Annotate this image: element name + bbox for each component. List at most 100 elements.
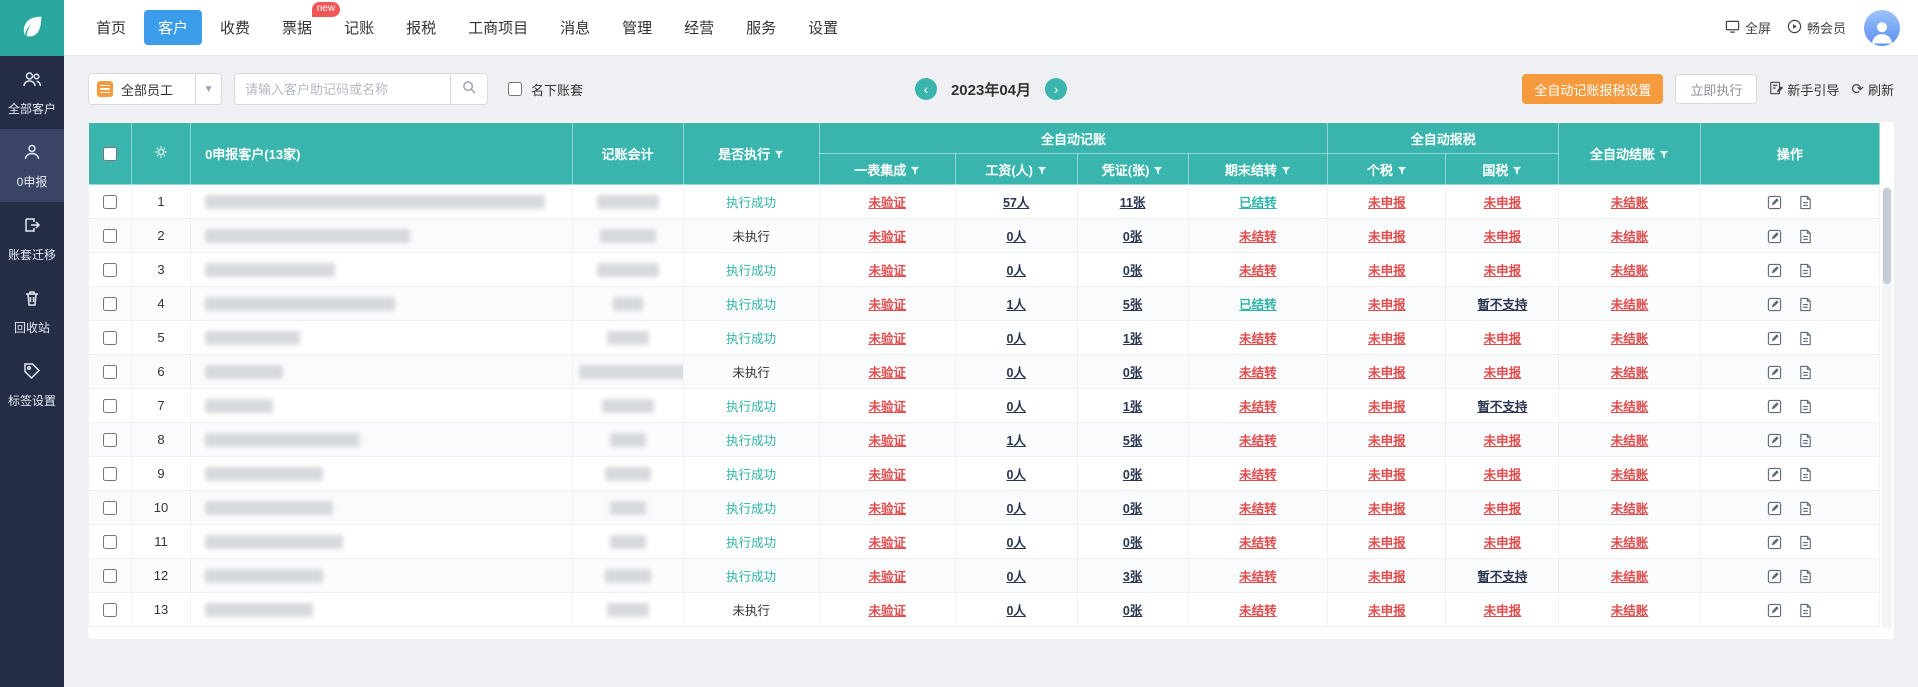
integration-link[interactable]: 未验证	[868, 570, 906, 584]
personal-tax-link[interactable]: 未申报	[1368, 332, 1406, 346]
voucher-link[interactable]: 0张	[1123, 536, 1142, 550]
voucher-link[interactable]: 1张	[1123, 400, 1142, 414]
integration-link[interactable]: 未验证	[868, 332, 906, 346]
client-cell[interactable]	[190, 252, 573, 287]
national-tax-link[interactable]: 未申报	[1484, 264, 1522, 278]
edit-button[interactable]	[1767, 501, 1782, 516]
closing-link[interactable]: 未结账	[1611, 230, 1649, 244]
personal-tax-link[interactable]: 未申报	[1368, 264, 1406, 278]
carryover-link[interactable]: 未结转	[1239, 604, 1277, 618]
carryover-link[interactable]: 已结转	[1239, 298, 1277, 312]
voucher-link[interactable]: 0张	[1123, 366, 1142, 380]
search-button[interactable]	[450, 73, 489, 105]
report-button[interactable]	[1798, 331, 1813, 346]
sidebar-item-migrate[interactable]: 账套迁移	[0, 202, 64, 275]
national-tax-link[interactable]: 未申报	[1484, 332, 1522, 346]
carryover-link[interactable]: 未结转	[1239, 400, 1277, 414]
report-button[interactable]	[1798, 195, 1813, 210]
client-cell[interactable]	[190, 422, 573, 457]
edit-button[interactable]	[1767, 535, 1782, 550]
personal-tax-link[interactable]: 未申报	[1368, 298, 1406, 312]
row-checkbox[interactable]	[103, 466, 118, 481]
client-cell[interactable]	[190, 558, 573, 593]
own-accounts-checkbox[interactable]	[508, 82, 523, 96]
client-cell[interactable]	[190, 354, 573, 389]
edit-button[interactable]	[1767, 433, 1782, 448]
report-button[interactable]	[1798, 467, 1813, 482]
client-cell[interactable]	[190, 592, 573, 627]
salary-link[interactable]: 57人	[1003, 196, 1029, 210]
next-month-button[interactable]: ›	[1045, 78, 1068, 100]
edit-button[interactable]	[1767, 263, 1782, 278]
edit-button[interactable]	[1767, 365, 1782, 380]
salary-link[interactable]: 0人	[1006, 468, 1025, 482]
salary-link[interactable]: 1人	[1006, 298, 1025, 312]
client-cell[interactable]	[190, 456, 573, 491]
carryover-link[interactable]: 未结转	[1239, 570, 1277, 584]
salary-link[interactable]: 0人	[1006, 366, 1025, 380]
client-cell[interactable]	[190, 388, 573, 423]
national-tax-link[interactable]: 未申报	[1484, 604, 1522, 618]
row-checkbox[interactable]	[103, 432, 118, 447]
national-tax-link[interactable]: 未申报	[1484, 196, 1522, 210]
scrollbar-thumb[interactable]	[1883, 188, 1891, 284]
national-tax-link[interactable]: 暂不支持	[1477, 570, 1527, 584]
select-all-checkbox[interactable]	[103, 146, 118, 161]
voucher-link[interactable]: 0张	[1123, 468, 1142, 482]
row-checkbox[interactable]	[103, 330, 118, 345]
carryover-link[interactable]: 未结转	[1239, 434, 1277, 448]
salary-link[interactable]: 0人	[1006, 502, 1025, 516]
nav-item-business-projects[interactable]: 工商项目	[454, 10, 542, 45]
personal-tax-column-header[interactable]: 个税	[1327, 153, 1447, 185]
salary-link[interactable]: 0人	[1006, 536, 1025, 550]
integration-link[interactable]: 未验证	[868, 502, 906, 516]
nav-item-management[interactable]: 管理	[608, 10, 666, 45]
nav-item-services[interactable]: 服务	[732, 10, 790, 45]
carryover-column-header[interactable]: 期末结转	[1187, 153, 1329, 185]
personal-tax-link[interactable]: 未申报	[1368, 570, 1406, 584]
national-tax-link[interactable]: 未申报	[1484, 536, 1522, 550]
national-tax-link[interactable]: 暂不支持	[1477, 400, 1527, 414]
row-checkbox[interactable]	[103, 262, 118, 277]
closing-link[interactable]: 未结账	[1611, 502, 1649, 516]
national-tax-link[interactable]: 未申报	[1484, 468, 1522, 482]
report-button[interactable]	[1798, 399, 1813, 414]
salary-link[interactable]: 0人	[1006, 604, 1025, 618]
refresh-button[interactable]: ⟳ 刷新	[1851, 80, 1894, 99]
personal-tax-link[interactable]: 未申报	[1368, 400, 1406, 414]
nav-item-fees[interactable]: 收费	[206, 10, 264, 45]
row-checkbox[interactable]	[103, 568, 118, 583]
integration-link[interactable]: 未验证	[868, 298, 906, 312]
national-tax-link[interactable]: 未申报	[1484, 230, 1522, 244]
integration-link[interactable]: 未验证	[868, 196, 906, 210]
integration-link[interactable]: 未验证	[868, 230, 906, 244]
client-cell[interactable]	[190, 490, 573, 525]
voucher-link[interactable]: 0张	[1123, 230, 1142, 244]
integration-link[interactable]: 未验证	[868, 468, 906, 482]
nav-item-home[interactable]: 首页	[82, 10, 140, 45]
row-checkbox[interactable]	[103, 534, 118, 549]
report-button[interactable]	[1798, 263, 1813, 278]
voucher-link[interactable]: 1张	[1123, 332, 1142, 346]
row-checkbox[interactable]	[103, 602, 118, 617]
report-button[interactable]	[1798, 365, 1813, 380]
integration-link[interactable]: 未验证	[868, 400, 906, 414]
carryover-link[interactable]: 未结转	[1239, 332, 1277, 346]
integration-link[interactable]: 未验证	[868, 604, 906, 618]
closing-link[interactable]: 未结账	[1611, 468, 1649, 482]
closing-link[interactable]: 未结账	[1611, 264, 1649, 278]
voucher-link[interactable]: 5张	[1123, 434, 1142, 448]
carryover-link[interactable]: 未结转	[1239, 502, 1277, 516]
edit-button[interactable]	[1767, 331, 1782, 346]
carryover-link[interactable]: 未结转	[1239, 264, 1277, 278]
user-avatar[interactable]	[1864, 9, 1900, 46]
sidebar-item-all-clients[interactable]: 全部客户	[0, 56, 64, 129]
carryover-link[interactable]: 已结转	[1239, 196, 1277, 210]
column-settings-header[interactable]	[130, 122, 192, 185]
report-button[interactable]	[1798, 501, 1813, 516]
voucher-link[interactable]: 0张	[1123, 264, 1142, 278]
integration-link[interactable]: 未验证	[868, 264, 906, 278]
sidebar-item-tags[interactable]: 标签设置	[0, 348, 64, 421]
carryover-link[interactable]: 未结转	[1239, 536, 1277, 550]
search-input[interactable]	[234, 73, 451, 105]
